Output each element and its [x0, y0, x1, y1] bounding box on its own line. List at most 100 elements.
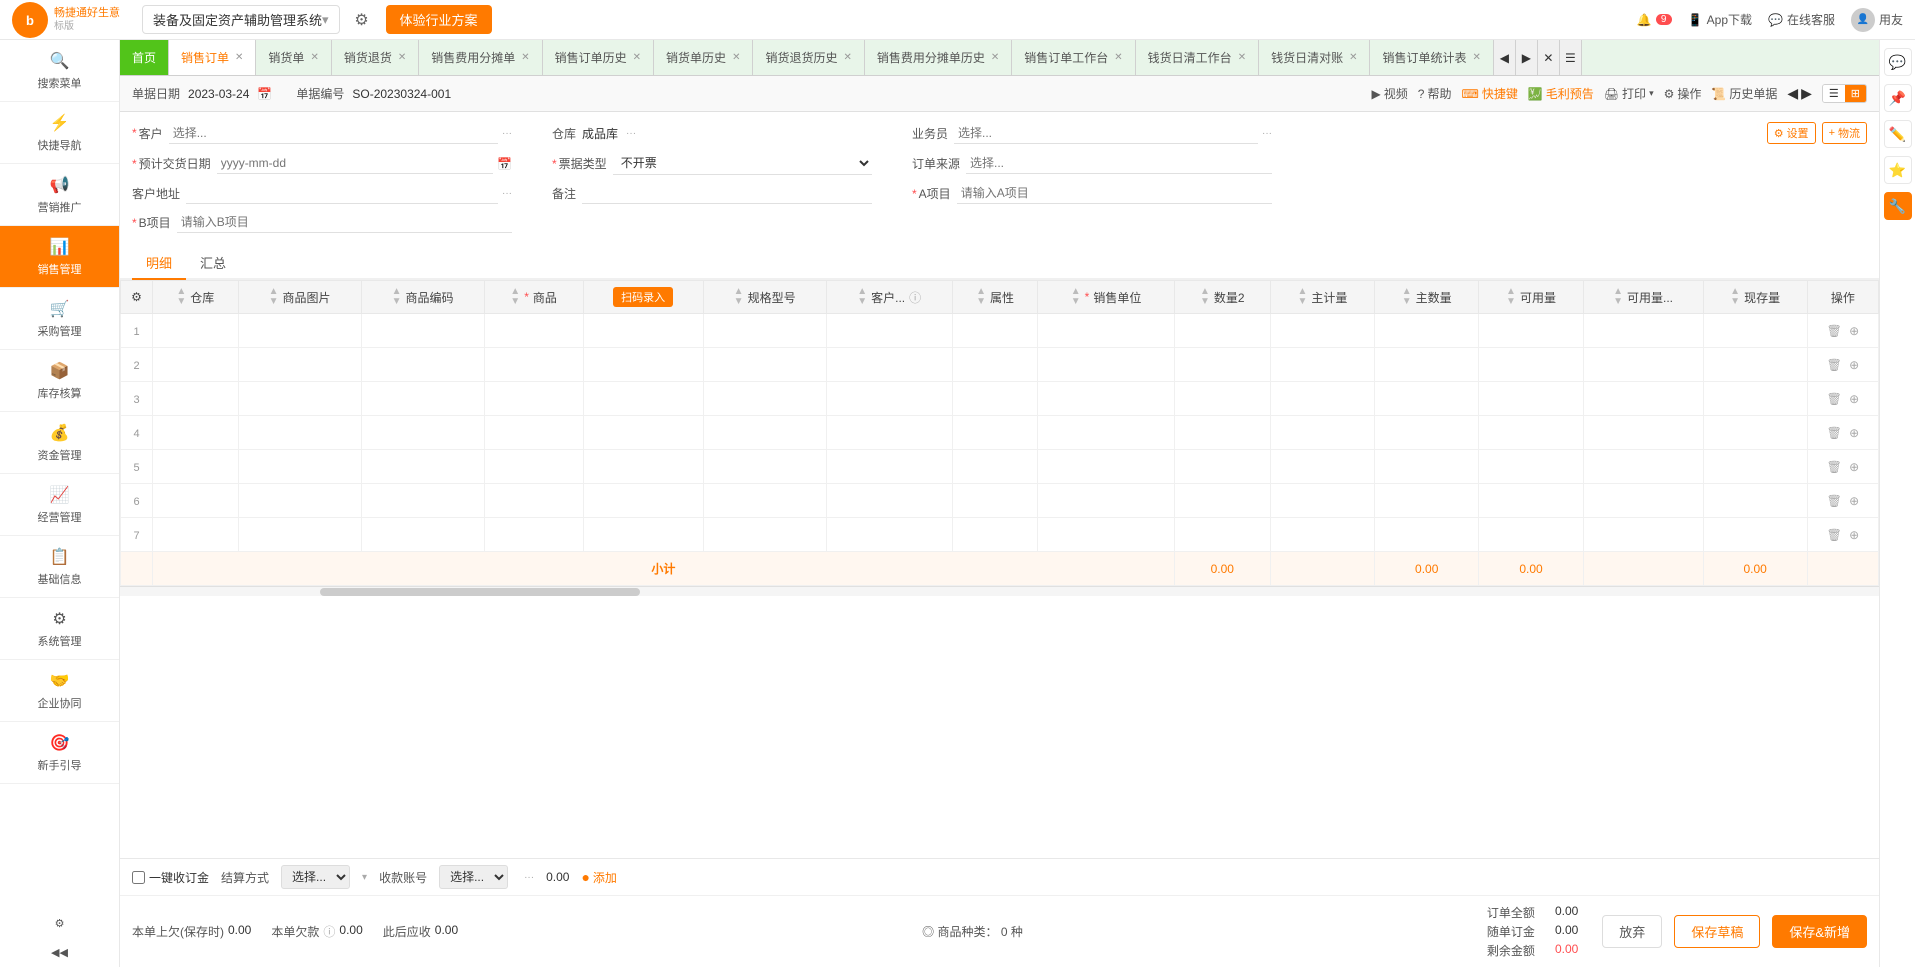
online-support-item[interactable]: 💬 在线客服 — [1768, 11, 1835, 28]
a-project-input[interactable] — [957, 183, 1272, 204]
solution-button[interactable]: 体验行业方案 — [386, 5, 492, 34]
invoice-type-select[interactable]: 不开票 — [613, 152, 872, 175]
tab-close-all-btn[interactable]: ✕ — [1538, 40, 1560, 76]
th-warehouse[interactable]: ▲▼ 仓库 — [153, 281, 239, 314]
calendar-icon[interactable]: 📅 — [497, 157, 512, 171]
th-main-qty[interactable]: ▲▼ 主数量 — [1375, 281, 1479, 314]
row-delete-icon[interactable]: 🗑 — [1827, 460, 1842, 474]
prev-record-btn[interactable]: ◀ — [1787, 85, 1798, 102]
tab-close-icon[interactable]: ✕ — [310, 52, 318, 63]
next-record-btn[interactable]: ▶ — [1801, 85, 1812, 102]
th-image[interactable]: ▲▼ 商品图片 — [238, 281, 361, 314]
sidebar-item-system[interactable]: ⚙ 系统管理 — [0, 598, 119, 660]
tab-expense-history[interactable]: 销售费用分摊单历史 ✕ — [865, 40, 1012, 76]
salesperson-more-icon[interactable]: ··· — [1262, 128, 1272, 139]
sidebar-item-purchase[interactable]: 🛒 采购管理 — [0, 288, 119, 350]
tab-home[interactable]: 首页 — [120, 40, 169, 76]
payment-method-select[interactable]: 选择... — [281, 865, 350, 889]
print-action[interactable]: 🖨 打印 ▾ — [1604, 85, 1654, 102]
tab-close-icon[interactable]: ✕ — [991, 52, 999, 63]
add-payment-button[interactable]: ● 添加 — [581, 869, 616, 886]
rp-edit-icon[interactable]: ✏️ — [1884, 120, 1912, 148]
rp-chat-icon[interactable]: 💬 — [1884, 48, 1912, 76]
th-qty2[interactable]: ▲▼ 数量2 — [1174, 281, 1270, 314]
rp-star-icon[interactable]: ⭐ — [1884, 156, 1912, 184]
sidebar-item-marketing[interactable]: 📢 营销推广 — [0, 164, 119, 226]
row-delete-icon[interactable]: 🗑 — [1827, 392, 1842, 406]
row-copy-icon[interactable]: ⊕ — [1849, 392, 1859, 406]
tab-sales-expense[interactable]: 销售费用分摊单 ✕ — [419, 40, 542, 76]
sidebar-item-basic-info[interactable]: 📋 基础信息 — [0, 536, 119, 598]
account-more-icon[interactable]: ··· — [524, 872, 534, 883]
tab-daily-workbench[interactable]: 钱货日清工作台 ✕ — [1136, 40, 1259, 76]
row-copy-icon[interactable]: ⊕ — [1849, 324, 1859, 338]
row-delete-icon[interactable]: 🗑 — [1827, 324, 1842, 338]
account-select[interactable]: 选择... — [439, 865, 508, 889]
help-action[interactable]: ? 帮助 — [1418, 85, 1452, 102]
tab-sales-return[interactable]: 销货退货 ✕ — [332, 40, 419, 76]
history-action[interactable]: 📜 历史单据 — [1711, 85, 1777, 102]
tab-invoice-history[interactable]: 销货单历史 ✕ — [654, 40, 753, 76]
tab-sales-stats[interactable]: 销售订单统计表 ✕ — [1370, 40, 1493, 76]
remarks-input[interactable] — [582, 183, 872, 204]
app-selector[interactable]: 装备及固定资产辅助管理系统 ▾ — [142, 5, 340, 34]
salesperson-input[interactable] — [954, 123, 1258, 144]
horizontal-scrollbar[interactable] — [120, 586, 1879, 596]
th-available2[interactable]: ▲▼ 可用量... — [1583, 281, 1703, 314]
tab-return-history[interactable]: 销货退货历史 ✕ — [753, 40, 864, 76]
sidebar-item-management[interactable]: 📈 经营管理 — [0, 474, 119, 536]
tab-close-icon[interactable]: ✕ — [1114, 52, 1122, 63]
sidebar-collapse-btn[interactable]: ◀◀ — [0, 938, 119, 967]
th-customer-code[interactable]: ▲▼ 客户... ⓘ — [826, 281, 952, 314]
row-delete-icon[interactable]: 🗑 — [1827, 528, 1842, 542]
row-copy-icon[interactable]: ⊕ — [1849, 426, 1859, 440]
tab-reconciliation[interactable]: 钱货日清对账 ✕ — [1259, 40, 1370, 76]
tab-next-btn[interactable]: ▶ — [1516, 40, 1538, 76]
row-copy-icon[interactable]: ⊕ — [1849, 528, 1859, 542]
tab-sales-order-history[interactable]: 销售订单历史 ✕ — [543, 40, 654, 76]
warehouse-more-icon[interactable]: ··· — [626, 128, 636, 139]
tab-close-icon[interactable]: ✕ — [235, 52, 243, 63]
row-delete-icon[interactable]: 🗑 — [1827, 426, 1842, 440]
tab-close-icon[interactable]: ✕ — [398, 52, 406, 63]
tab-close-icon[interactable]: ✕ — [732, 52, 740, 63]
one-click-input[interactable] — [132, 871, 145, 884]
tab-close-icon[interactable]: ✕ — [521, 52, 529, 63]
list-view-btn[interactable]: ☰ — [1823, 85, 1845, 102]
row-copy-icon[interactable]: ⊕ — [1849, 358, 1859, 372]
sidebar-item-guide[interactable]: 🎯 新手引导 — [0, 722, 119, 784]
tab-detail[interactable]: 明细 — [132, 247, 186, 280]
row-copy-icon[interactable]: ⊕ — [1849, 494, 1859, 508]
customer-more-icon[interactable]: ··· — [502, 128, 512, 139]
tab-close-icon[interactable]: ✕ — [633, 52, 641, 63]
rp-tool-icon[interactable]: 🔧 — [1884, 192, 1912, 220]
tab-close-icon[interactable]: ✕ — [1349, 52, 1357, 63]
tab-close-icon[interactable]: ✕ — [1473, 52, 1481, 63]
notification-item[interactable]: 🔔 9 🔔 — [1637, 13, 1672, 27]
address-input[interactable] — [186, 183, 498, 204]
operation-action[interactable]: ⚙ 操作 — [1664, 85, 1702, 102]
row-copy-icon[interactable]: ⊕ — [1849, 460, 1859, 474]
tab-close-icon[interactable]: ✕ — [843, 52, 851, 63]
customer-input[interactable] — [169, 123, 498, 144]
settings-icon[interactable]: ⚙ — [348, 6, 376, 34]
rp-pin-icon[interactable]: 📌 — [1884, 84, 1912, 112]
th-code[interactable]: ▲▼ 商品编码 — [361, 281, 484, 314]
th-product[interactable]: ▲▼ * 商品 — [484, 281, 583, 314]
discard-button[interactable]: 放弃 — [1602, 915, 1662, 948]
form-view-btn[interactable]: ⊞ — [1845, 85, 1866, 102]
profit-action[interactable]: 💹 毛利预告 — [1528, 85, 1594, 102]
add-goods-button[interactable]: + 物流 — [1822, 122, 1867, 144]
shortcut-action[interactable]: ⌨ 快捷键 — [1462, 85, 1518, 102]
tab-close-icon[interactable]: ✕ — [1238, 52, 1246, 63]
user-item[interactable]: 👤 用友 — [1851, 8, 1903, 32]
table-container[interactable]: ⚙ ▲▼ 仓库 ▲▼ 商品图片 — [120, 280, 1879, 858]
th-unit[interactable]: ▲▼ * 销售单位 — [1038, 281, 1175, 314]
th-available[interactable]: ▲▼ 可用量 — [1479, 281, 1583, 314]
save-new-button[interactable]: 保存&新增 — [1772, 915, 1867, 948]
scrollbar-thumb[interactable] — [320, 588, 640, 596]
th-spec[interactable]: ▲▼ 规格型号 — [703, 281, 826, 314]
tab-order-workbench[interactable]: 销售订单工作台 ✕ — [1012, 40, 1135, 76]
row-delete-icon[interactable]: 🗑 — [1827, 358, 1842, 372]
th-settings[interactable]: ⚙ — [121, 281, 153, 314]
